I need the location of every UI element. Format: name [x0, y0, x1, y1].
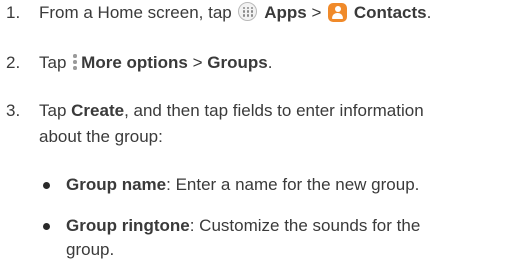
step-text: Tap: [39, 53, 67, 72]
bullet-item-group-ringtone: Group ringtone: Customize the sounds for…: [66, 215, 420, 237]
bullet-item-group-name: Group name: Enter a name for the new gro…: [66, 174, 419, 196]
step-text: Tap: [39, 101, 67, 120]
menu-separator: >: [192, 53, 203, 72]
step-number: 3.: [6, 101, 21, 120]
bullet-item-group-ringtone-line-2: group.: [66, 239, 114, 261]
step-end: .: [426, 3, 432, 22]
more-options-icon: [72, 53, 78, 71]
menu-separator: >: [311, 3, 322, 22]
bullet-dot: [43, 223, 50, 230]
step-text-continued: , and then tap fields to enter informati…: [124, 101, 424, 120]
create-label: Create: [71, 101, 125, 120]
groups-label: Groups: [207, 53, 268, 72]
step-number: 2.: [6, 53, 21, 72]
more-options-label: More options: [81, 53, 188, 72]
step-2: 2. Tap More options > Groups.: [0, 52, 526, 74]
step-1: 1. From a Home screen, tap Apps > Contac…: [0, 2, 526, 24]
step-end: .: [267, 53, 273, 72]
bullet-term: Group name: [66, 175, 167, 194]
bullet-description: : Customize the sounds for the: [189, 216, 421, 235]
contacts-icon: [328, 3, 348, 22]
bullet-dot: [43, 182, 50, 189]
step-3: 3. Tap Create, and then tap fields to en…: [0, 100, 526, 122]
bullet-description: group.: [66, 240, 115, 259]
apps-grid-icon: [238, 2, 258, 21]
step-3-line-2: about the group:: [39, 126, 163, 148]
apps-label: Apps: [264, 3, 307, 22]
bullet-term: Group ringtone: [66, 216, 190, 235]
step-text-continued: about the group:: [39, 127, 163, 146]
bullet-description: : Enter a name for the new group.: [166, 175, 420, 194]
step-number: 1.: [6, 3, 21, 22]
step-text: From a Home screen, tap: [39, 3, 232, 22]
contacts-label: Contacts: [353, 3, 427, 22]
